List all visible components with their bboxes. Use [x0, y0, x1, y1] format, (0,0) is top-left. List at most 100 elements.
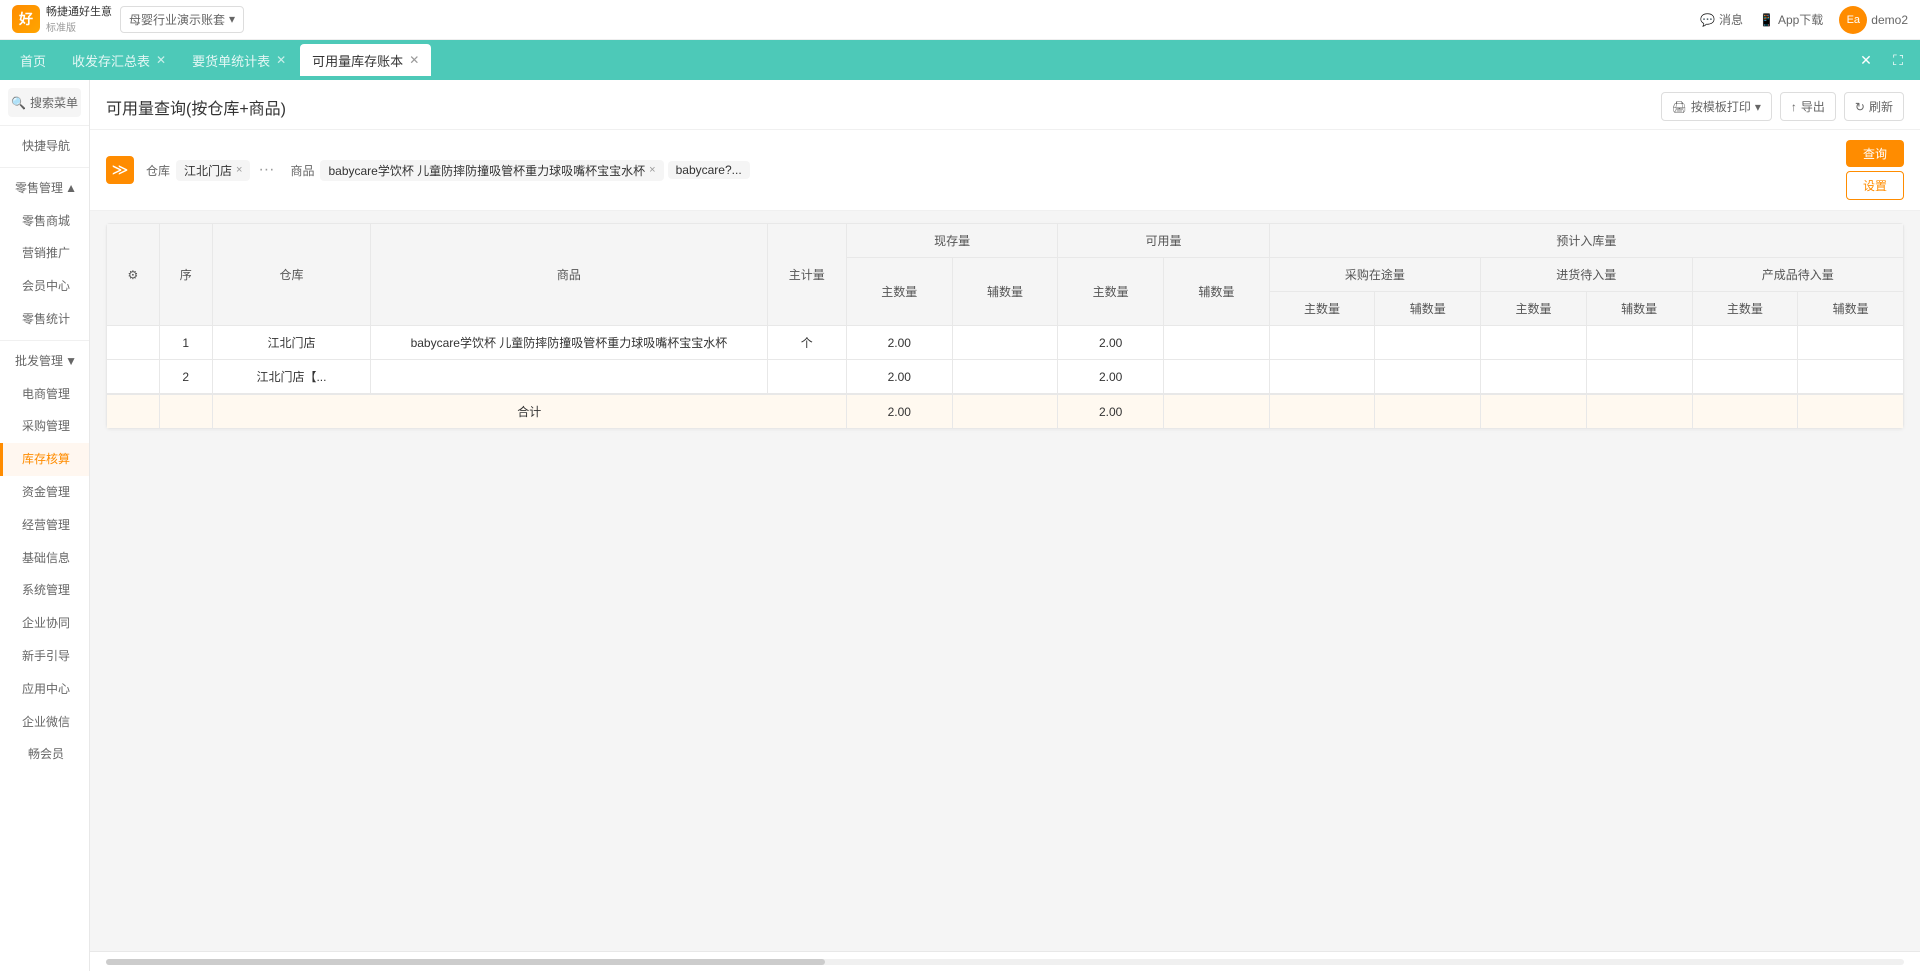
- row1-finished-aux: [1798, 326, 1904, 360]
- sidebar-item-retail-mall[interactable]: 零售商城: [0, 205, 89, 238]
- sidebar-item-enterprise-label: 企业协同: [22, 616, 70, 630]
- refresh-btn[interactable]: ↻ 刷新: [1844, 92, 1904, 121]
- sidebar-item-retail-stats[interactable]: 零售统计: [0, 303, 89, 336]
- row2-stock-main: 2.00: [846, 360, 952, 395]
- tab-inventory-close[interactable]: ✕: [409, 54, 419, 66]
- tab-inventory[interactable]: 可用量库存账本 ✕: [300, 44, 431, 76]
- sidebar-item-ecommerce-label: 电商管理: [22, 387, 70, 401]
- sidebar-item-marketing[interactable]: 营销推广: [0, 237, 89, 270]
- search-menu-label: 搜索菜单: [30, 94, 78, 111]
- sidebar-item-finance[interactable]: 资金管理: [0, 476, 89, 509]
- row2-main-unit: [767, 360, 846, 395]
- col-inbound-pending-header: 进货待入量: [1481, 258, 1692, 292]
- row2-empty: [107, 360, 160, 395]
- sidebar-item-member-label: 会员中心: [22, 279, 70, 293]
- tab-close-all-btn[interactable]: ✕: [1852, 46, 1880, 74]
- row2-finished-aux: [1798, 360, 1904, 395]
- search-icon: 🔍: [11, 96, 26, 110]
- col-pur-transit-aux-header: 辅数量: [1375, 292, 1481, 326]
- sidebar-item-purchase[interactable]: 采购管理: [0, 410, 89, 443]
- warehouse-label: 仓库: [146, 162, 170, 179]
- tab-home[interactable]: 首页: [8, 44, 58, 76]
- sidebar-item-new-guide[interactable]: 新手引导: [0, 640, 89, 673]
- filter-settings-btn[interactable]: 设置: [1846, 171, 1904, 200]
- row1-finished-main: [1692, 326, 1798, 360]
- industry-selector[interactable]: 母婴行业演示账套 ▾: [120, 6, 244, 33]
- message-btn[interactable]: 💬 消息: [1700, 11, 1743, 28]
- row2-finished-main: [1692, 360, 1798, 395]
- row2-avail-aux: [1164, 360, 1270, 395]
- sidebar-item-member[interactable]: 会员中心: [0, 270, 89, 303]
- tab-collect[interactable]: 收发存汇总表 ✕: [60, 44, 178, 76]
- logo-icon: 好: [12, 5, 40, 33]
- row2-pur-transit-aux: [1375, 360, 1481, 395]
- sidebar-item-new-guide-label: 新手引导: [22, 649, 70, 663]
- sidebar-item-marketing-label: 营销推广: [22, 246, 70, 260]
- sidebar-item-operation-label: 经营管理: [22, 518, 70, 532]
- scrollbar-thumb[interactable]: [106, 959, 825, 965]
- row1-stock-main: 2.00: [846, 326, 952, 360]
- filter-right-btns: 查询 设置: [1846, 140, 1904, 200]
- logo-area: 好 畅捷通好生意 标准版: [12, 5, 112, 34]
- row1-inbound-aux: [1586, 326, 1692, 360]
- tab-order-stat[interactable]: 要货单统计表 ✕: [180, 44, 298, 76]
- sidebar-item-app-center[interactable]: 应用中心: [0, 673, 89, 706]
- sidebar-item-ecommerce[interactable]: 电商管理: [0, 378, 89, 411]
- col-pur-transit-main-header: 主数量: [1269, 292, 1375, 326]
- sidebar-item-wholesale-label: 批发管理: [15, 353, 63, 370]
- avatar: Ea: [1839, 6, 1867, 34]
- user-menu[interactable]: Ea demo2: [1839, 6, 1908, 34]
- sidebar-item-sys-mgmt[interactable]: 系统管理: [0, 574, 89, 607]
- footer-pur-transit-aux: [1375, 394, 1481, 429]
- sidebar-item-enterprise-wechat[interactable]: 企业微信: [0, 706, 89, 739]
- row2-warehouse: 江北门店【...: [212, 360, 371, 395]
- footer-empty-1: [107, 394, 160, 429]
- print-btn[interactable]: 🖨 按模板打印 ▾: [1661, 92, 1772, 121]
- row2-product: [371, 360, 767, 395]
- sidebar-item-vip[interactable]: 畅会员: [0, 738, 89, 771]
- col-settings-icon[interactable]: ⚙: [107, 224, 160, 326]
- product-tag-1-close[interactable]: ×: [649, 164, 655, 176]
- warehouse-more-btn[interactable]: ···: [254, 161, 278, 179]
- col-stock-main-header: 主数量: [846, 258, 952, 326]
- search-menu-btn[interactable]: 🔍 搜索菜单: [8, 88, 81, 117]
- app-download-btn[interactable]: 📱 App下载: [1759, 11, 1823, 28]
- tab-maximize-btn[interactable]: ⛶: [1884, 46, 1912, 74]
- nav-label: 快捷导航: [0, 130, 89, 163]
- filter-toggle-icon: ≫: [112, 160, 129, 180]
- sidebar-item-inventory-check[interactable]: 库存核算: [0, 443, 89, 476]
- print-icon: 🖨: [1672, 100, 1687, 114]
- page-title: 可用量查询(按仓库+商品): [106, 95, 286, 119]
- sidebar-item-enterprise[interactable]: 企业协同: [0, 607, 89, 640]
- row2-pur-transit-main: [1269, 360, 1375, 395]
- sidebar-item-vip-label: 畅会员: [28, 747, 64, 761]
- sidebar-item-basic-info[interactable]: 基础信息: [0, 542, 89, 575]
- col-avail-main-header: 主数量: [1058, 258, 1164, 326]
- row1-empty: [107, 326, 160, 360]
- row1-pur-transit-main: [1269, 326, 1375, 360]
- tab-order-stat-close[interactable]: ✕: [276, 54, 286, 66]
- product-tag-1: babycare学饮杯 儿童防摔防撞吸管杯重力球吸嘴杯宝宝水杯 ×: [320, 160, 663, 181]
- sidebar-item-enterprise-wechat-label: 企业微信: [22, 715, 70, 729]
- col-main-unit-header: 主计量: [767, 224, 846, 326]
- footer-label: 合计: [212, 394, 846, 429]
- sidebar-item-wholesale[interactable]: 批发管理 ▼: [0, 345, 89, 378]
- col-current-stock-header: 现存量: [846, 224, 1057, 258]
- sidebar-item-operation[interactable]: 经营管理: [0, 509, 89, 542]
- scrollbar-track[interactable]: [106, 959, 1904, 965]
- logo-sub-text: 标准版: [46, 19, 112, 34]
- col-finished-aux-header: 辅数量: [1798, 292, 1904, 326]
- row2-stock-aux: [952, 360, 1058, 395]
- product-filter-group: 商品 babycare学饮杯 儿童防摔防撞吸管杯重力球吸嘴杯宝宝水杯 × bab…: [290, 160, 749, 181]
- print-label: 按模板打印: [1691, 98, 1751, 115]
- industry-label: 母婴行业演示账套: [129, 11, 225, 28]
- sidebar-item-retail-mgmt[interactable]: 零售管理 ▲: [0, 172, 89, 205]
- warehouse-tag-close[interactable]: ×: [236, 164, 242, 176]
- row1-stock-aux: [952, 326, 1058, 360]
- filter-toggle-btn[interactable]: ≫: [106, 156, 134, 184]
- warehouse-tags: 江北门店 × ···: [176, 160, 278, 181]
- export-btn[interactable]: ↑ 导出: [1780, 92, 1836, 121]
- product-tag-2: babycare?...: [668, 161, 750, 179]
- tab-collect-close[interactable]: ✕: [156, 54, 166, 66]
- query-btn[interactable]: 查询: [1846, 140, 1904, 167]
